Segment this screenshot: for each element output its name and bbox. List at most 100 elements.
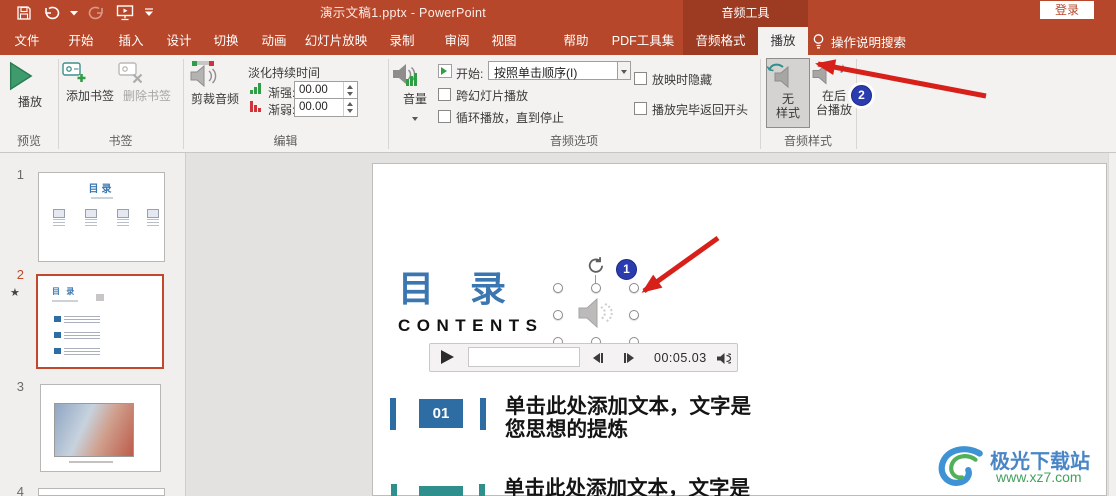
decoration — [52, 300, 78, 302]
item-bracket-right — [480, 398, 486, 430]
group-label-bookmarks: 书签 — [108, 134, 133, 148]
customize-qat-icon[interactable] — [144, 8, 154, 17]
fade-duration-label: 淡化持续时间 — [248, 66, 321, 80]
resize-handle[interactable] — [591, 283, 601, 293]
hide-during-show-checkbox[interactable] — [634, 72, 647, 85]
player-seek-forward-icon[interactable] — [624, 353, 634, 363]
tab-animations[interactable]: 动画 — [251, 27, 297, 55]
slide-thumbnail-partial[interactable] — [38, 488, 165, 496]
tab-file[interactable]: 文件 — [4, 27, 50, 55]
thumbnail-audio-icon — [96, 294, 104, 301]
play-across-slides-checkbox[interactable] — [438, 88, 451, 101]
item-text-line1[interactable]: 单击此处添加文本，文字是 — [505, 395, 751, 418]
tell-me-label: 操作说明搜索 — [831, 35, 907, 50]
save-icon[interactable] — [16, 5, 32, 21]
resize-handle[interactable] — [553, 283, 563, 293]
watermark-site-url: www.xz7.com — [996, 469, 1082, 485]
rotate-handle-icon[interactable] — [586, 256, 604, 274]
resize-handle[interactable] — [553, 310, 563, 320]
item-text-line1[interactable]: 单击此处添加文本，文字是 — [504, 477, 750, 496]
fade-out-label: 渐弱: — [268, 103, 296, 117]
slide-thumbnail[interactable]: 目录 — [38, 172, 165, 262]
hide-during-show-label[interactable]: 放映时隐藏 — [652, 71, 712, 88]
start-slideshow-icon[interactable] — [116, 4, 134, 21]
undo-icon[interactable] — [42, 5, 60, 21]
undo-dropdown-icon[interactable] — [70, 10, 78, 16]
slide-number: 3 — [16, 379, 24, 394]
fade-out-spinner[interactable]: 00.00 — [294, 98, 358, 117]
resize-handle[interactable] — [629, 283, 639, 293]
thumbnail-content — [85, 209, 97, 227]
resize-handle[interactable] — [629, 310, 639, 320]
tab-pdf-tools[interactable]: PDF工具集 — [604, 27, 682, 55]
contextual-tab-group-header: 音频工具 — [683, 0, 808, 27]
volume-dropdown-chevron — [412, 117, 418, 121]
loop-until-stopped-label[interactable]: 循环播放，直到停止 — [456, 109, 564, 126]
tab-review[interactable]: 审阅 — [434, 27, 480, 55]
no-style-button[interactable]: 无 样式 — [766, 58, 810, 128]
tab-view[interactable]: 视图 — [481, 27, 527, 55]
watermark: 极光下载站 www.xz7.com — [934, 443, 1106, 493]
watermark-logo-icon — [934, 443, 988, 491]
slide-thumbnail[interactable] — [40, 384, 161, 472]
add-bookmark-button[interactable]: 添加书签 — [62, 58, 118, 128]
rewind-after-playing-checkbox[interactable] — [634, 102, 647, 115]
thumbnail-content — [147, 209, 159, 227]
vertical-scrollbar[interactable] — [1108, 153, 1116, 496]
annotation-badge-1: 1 — [616, 259, 637, 280]
item-number-box[interactable]: 01 — [419, 399, 463, 428]
slide-thumbnail-selected[interactable]: 目 录 — [36, 274, 164, 369]
title-bar: 演示文稿1.pptx - PowerPoint 音频工具 登录 — [0, 0, 1116, 27]
tab-audio-format[interactable]: 音频格式 — [683, 27, 758, 55]
audio-player-bar[interactable]: 00:05.03 — [429, 343, 738, 372]
start-setting-icon — [438, 64, 452, 78]
fade-in-icon — [250, 83, 261, 94]
spinner-arrows[interactable] — [343, 82, 357, 99]
tab-playback-selected[interactable]: 播放 — [758, 27, 808, 55]
player-play-icon[interactable] — [441, 350, 454, 364]
quick-access-toolbar — [16, 4, 154, 21]
decoration — [91, 197, 113, 199]
player-seek-back-icon[interactable] — [593, 353, 603, 363]
tab-transitions[interactable]: 切换 — [203, 27, 249, 55]
item-bracket-left — [390, 398, 396, 430]
loop-until-stopped-checkbox[interactable] — [438, 110, 451, 123]
play-in-background-button[interactable]: ♪ 在后 台播放 — [812, 58, 856, 128]
item-number-box[interactable] — [419, 486, 463, 496]
group-label-editing: 编辑 — [273, 134, 298, 148]
rewind-after-playing-label[interactable]: 播放完毕返回开头 — [652, 101, 748, 118]
redo-icon — [88, 5, 106, 21]
start-dropdown-arrow[interactable] — [617, 61, 631, 80]
editing-area: 目 录 CONTENTS 00:05.03 01 单击此处添加文本，文字是 您思… — [186, 153, 1108, 496]
tab-insert[interactable]: 插入 — [108, 27, 154, 55]
tab-design[interactable]: 设计 — [156, 27, 202, 55]
thumbnail-content — [54, 348, 100, 355]
tell-me-search[interactable]: 操作说明搜索 — [812, 27, 906, 55]
tab-slideshow[interactable]: 幻灯片放映 — [298, 27, 374, 55]
trim-audio-button[interactable]: 剪裁音频 — [188, 58, 242, 128]
group-label-audio-options: 音频选项 — [549, 134, 598, 148]
audio-clip-selection[interactable] — [553, 257, 639, 347]
no-style-icon — [767, 62, 809, 90]
item-text-line2[interactable]: 您思想的提炼 — [505, 418, 628, 441]
thumbnail-picture — [54, 403, 134, 457]
audio-speaker-icon[interactable] — [577, 296, 615, 330]
item-bracket-right — [479, 484, 485, 496]
tab-home[interactable]: 开始 — [58, 27, 104, 55]
slide-subtitle[interactable]: CONTENTS — [398, 316, 544, 336]
sign-in-button[interactable]: 登录 — [1040, 1, 1094, 19]
play-icon — [6, 61, 54, 91]
play-preview-button[interactable]: 播放 — [6, 58, 54, 128]
start-dropdown[interactable]: 按照单击顺序(I) — [488, 61, 618, 80]
ribbon-playback: 播放 预览 添加书签 删除书签 书签 剪裁音频 淡化持续时间 渐强: 00.00 — [0, 55, 1116, 153]
slide-title[interactable]: 目 录 — [398, 260, 519, 312]
add-bookmark-icon — [62, 61, 118, 85]
tab-record[interactable]: 录制 — [379, 27, 425, 55]
tab-help[interactable]: 帮助 — [553, 27, 599, 55]
player-progress-track[interactable] — [468, 347, 580, 367]
play-across-slides-label[interactable]: 跨幻灯片播放 — [456, 87, 528, 104]
volume-button[interactable]: 音量 — [392, 58, 438, 128]
spinner-arrows[interactable] — [343, 99, 357, 116]
player-volume-icon[interactable] — [716, 352, 731, 365]
thumbnail-content — [54, 332, 100, 339]
